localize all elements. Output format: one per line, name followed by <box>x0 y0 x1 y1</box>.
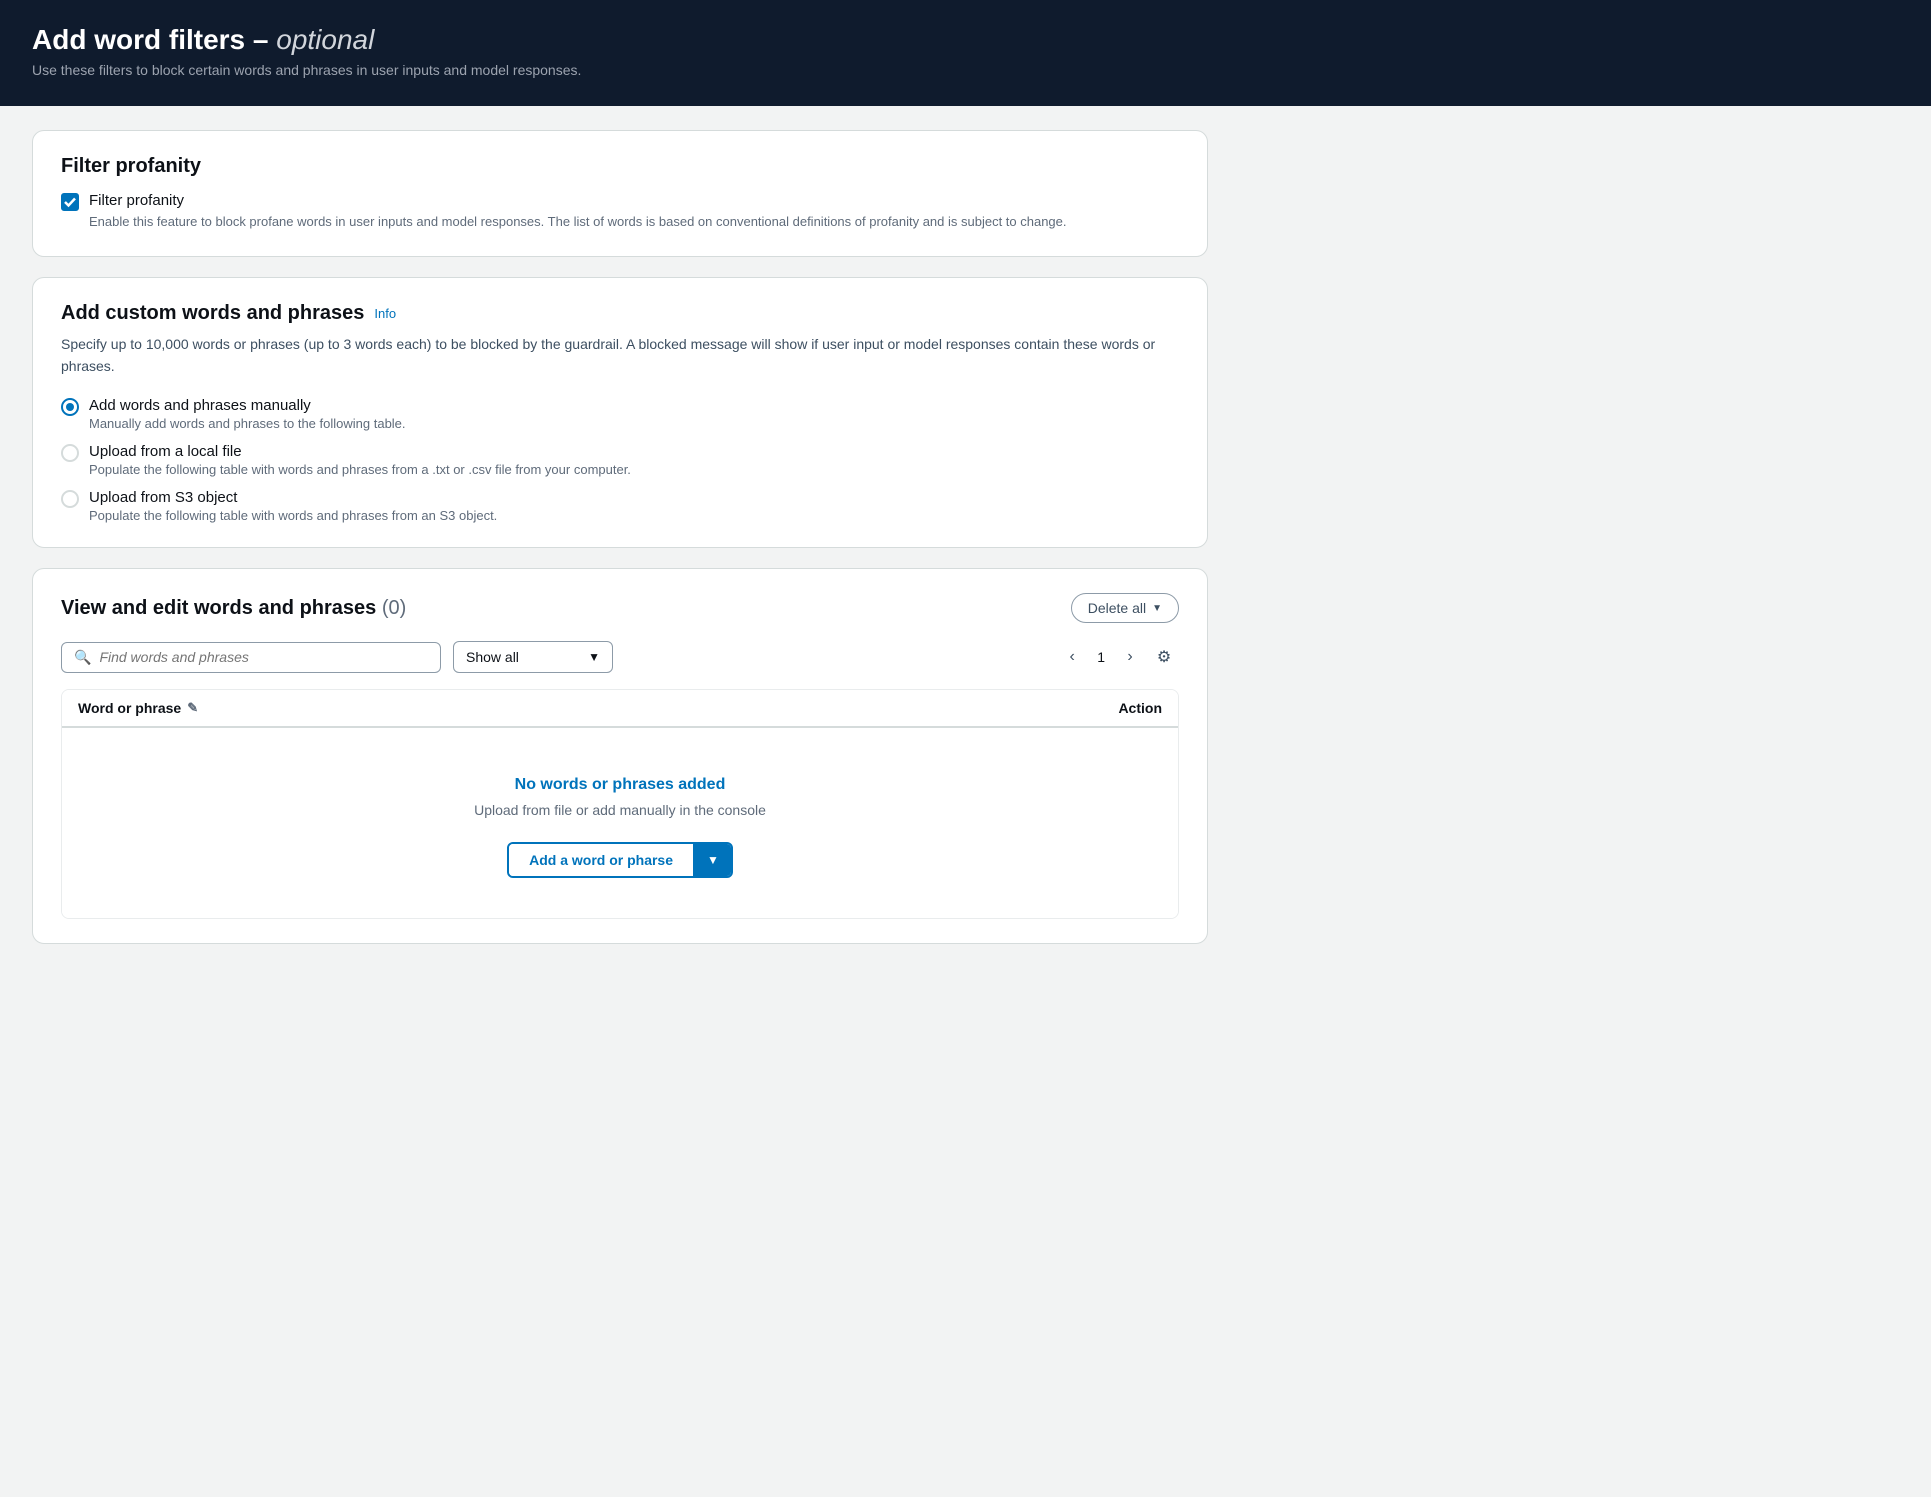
page-title: Add word filters – optional <box>32 24 1899 56</box>
view-edit-card: View and edit words and phrases (0) Dele… <box>32 568 1208 944</box>
radio-local-file: Upload from a local file Populate the fo… <box>61 443 1179 477</box>
word-column-header: Word or phrase ✎ <box>78 700 1082 716</box>
radio-local-file-labels: Upload from a local file Populate the fo… <box>89 443 631 477</box>
show-all-label: Show all <box>466 649 580 665</box>
radio-s3-label: Upload from S3 object <box>89 489 497 506</box>
content-area: Filter profanity Filter profanity Enable… <box>0 106 1240 968</box>
pagination-controls: ‹ 1 › ⚙ <box>1057 642 1179 672</box>
show-all-dropdown[interactable]: Show all ▼ <box>453 641 613 673</box>
filter-profanity-checkbox[interactable] <box>61 193 79 211</box>
custom-words-card: Add custom words and phrases Info Specif… <box>32 277 1208 549</box>
filter-profanity-description: Enable this feature to block profane wor… <box>89 212 1067 232</box>
words-table: Word or phrase ✎ Action No words or phra… <box>61 689 1179 919</box>
next-page-button[interactable]: › <box>1115 642 1145 672</box>
radio-s3: Upload from S3 object Populate the follo… <box>61 489 1179 523</box>
page-header: Add word filters – optional Use these fi… <box>0 0 1931 106</box>
empty-subtitle: Upload from file or add manually in the … <box>474 802 766 818</box>
prev-page-button[interactable]: ‹ <box>1057 642 1087 672</box>
filter-profanity-title: Filter profanity <box>61 155 1179 178</box>
page-subtitle: Use these filters to block certain words… <box>32 62 1899 78</box>
radio-s3-labels: Upload from S3 object Populate the follo… <box>89 489 497 523</box>
view-edit-title: View and edit words and phrases (0) <box>61 597 406 620</box>
view-edit-count: (0) <box>382 597 406 619</box>
filter-profanity-row: Filter profanity Enable this feature to … <box>61 192 1179 232</box>
radio-manual-desc: Manually add words and phrases to the fo… <box>89 416 406 431</box>
table-controls: 🔍 Show all ▼ ‹ 1 › ⚙ <box>61 641 1179 673</box>
settings-button[interactable]: ⚙ <box>1149 642 1179 672</box>
filter-profanity-label-group: Filter profanity Enable this feature to … <box>89 192 1067 232</box>
radio-manual: Add words and phrases manually Manually … <box>61 397 1179 431</box>
search-icon: 🔍 <box>74 649 91 666</box>
radio-group: Add words and phrases manually Manually … <box>61 397 1179 523</box>
radio-local-file-label: Upload from a local file <box>89 443 631 460</box>
radio-local-file-desc: Populate the following table with words … <box>89 462 631 477</box>
delete-all-button[interactable]: Delete all ▼ <box>1071 593 1179 623</box>
search-wrapper[interactable]: 🔍 <box>61 642 441 673</box>
empty-title: No words or phrases added <box>515 776 726 794</box>
add-word-button-group: Add a word or pharse ▼ <box>507 842 733 878</box>
radio-local-file-btn[interactable] <box>61 444 79 462</box>
view-edit-header: View and edit words and phrases (0) Dele… <box>61 593 1179 623</box>
word-column-label: Word or phrase <box>78 700 181 716</box>
add-word-caret-icon: ▼ <box>707 853 719 867</box>
edit-icon[interactable]: ✎ <box>187 700 198 716</box>
radio-manual-label: Add words and phrases manually <box>89 397 406 414</box>
table-header: Word or phrase ✎ Action <box>62 690 1178 728</box>
radio-s3-btn[interactable] <box>61 490 79 508</box>
delete-all-label: Delete all <box>1088 600 1146 616</box>
custom-words-title-row: Add custom words and phrases Info <box>61 302 1179 325</box>
radio-s3-desc: Populate the following table with words … <box>89 508 497 523</box>
show-all-caret-icon: ▼ <box>588 650 600 664</box>
view-edit-title-text: View and edit words and phrases <box>61 597 376 619</box>
custom-words-description: Specify up to 10,000 words or phrases (u… <box>61 333 1179 378</box>
filter-profanity-label: Filter profanity <box>89 192 1067 209</box>
empty-state: No words or phrases added Upload from fi… <box>62 728 1178 918</box>
add-word-dropdown-button[interactable]: ▼ <box>695 844 731 876</box>
custom-words-title: Add custom words and phrases <box>61 302 364 325</box>
title-optional: optional <box>276 24 374 55</box>
radio-manual-btn[interactable] <box>61 398 79 416</box>
delete-all-caret-icon: ▼ <box>1152 603 1162 614</box>
radio-manual-labels: Add words and phrases manually Manually … <box>89 397 406 431</box>
search-input[interactable] <box>99 649 428 665</box>
page-number: 1 <box>1091 649 1111 665</box>
filter-profanity-card: Filter profanity Filter profanity Enable… <box>32 130 1208 257</box>
info-badge[interactable]: Info <box>374 306 396 321</box>
title-text: Add word filters – <box>32 24 268 55</box>
action-column-header: Action <box>1082 700 1162 716</box>
add-word-button[interactable]: Add a word or pharse <box>509 844 695 876</box>
